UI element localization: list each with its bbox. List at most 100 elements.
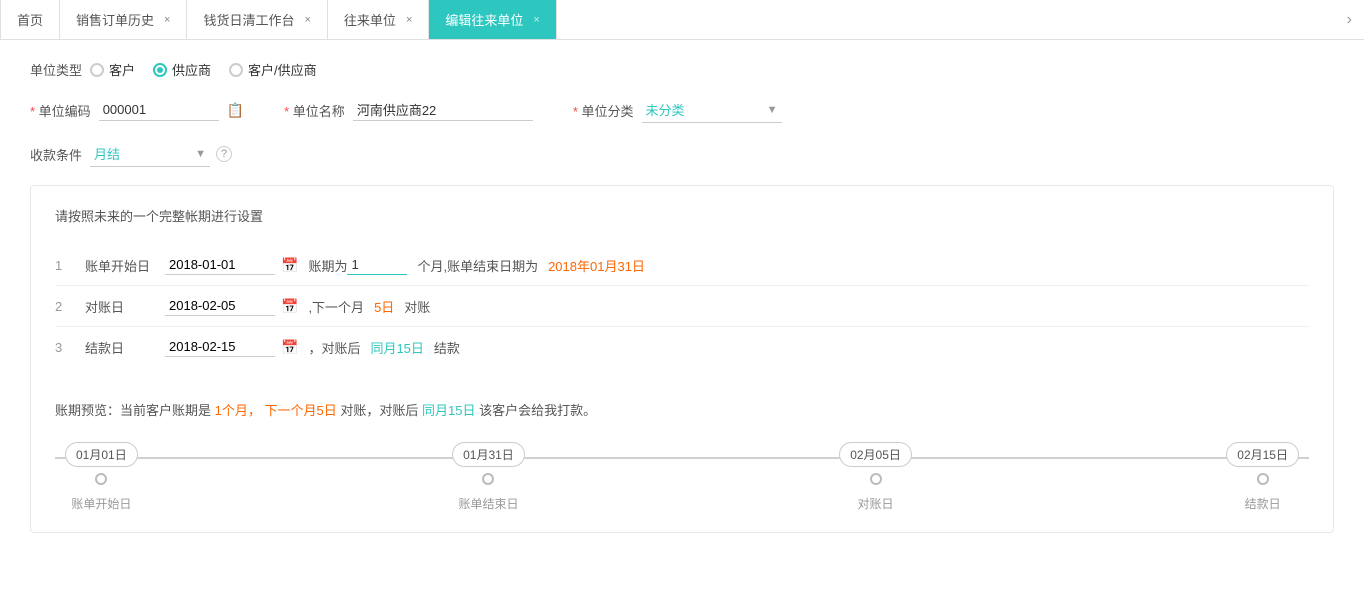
- unit-name-label: 单位名称: [284, 101, 345, 120]
- settings-panel: 请按照未来的一个完整帐期进行设置 1 账单开始日 📅 账期为 个月,账单结束日期…: [30, 185, 1334, 533]
- step-2-row: 2 对账日 📅 ,下一个月 5日 对账: [55, 286, 1309, 327]
- tab-sales-history-label: 销售订单历史: [76, 10, 154, 29]
- unit-category-value: 未分类: [646, 100, 763, 119]
- tab-edit-partner-label: 编辑往来单位: [445, 10, 523, 29]
- unit-type-radio-group: 客户 供应商 客户/供应商: [90, 60, 317, 79]
- timeline-node-3: 02月15日 结款日: [1226, 442, 1299, 512]
- tabs-bar: 首页 销售订单历史 × 钱货日清工作台 × 往来单位 × 编辑往来单位 × ›: [0, 0, 1364, 40]
- node-dot-2: [870, 473, 882, 485]
- unit-code-icon[interactable]: 📋: [227, 102, 244, 119]
- tab-partner-label: 往来单位: [344, 10, 396, 29]
- step-1-suffix-after: 个月,账单结束日期为: [417, 256, 538, 275]
- tab-cash-work-close[interactable]: ×: [304, 14, 310, 26]
- tab-cash-work-label: 钱货日清工作台: [203, 10, 294, 29]
- step-1-date[interactable]: [165, 255, 275, 275]
- preview-p5: 该客户会给我打款。: [479, 403, 596, 418]
- step-2-cal-icon[interactable]: 📅: [281, 298, 298, 315]
- step-3-name: 结款日: [85, 338, 165, 357]
- node-label-1: 账单结束日: [458, 495, 518, 512]
- unit-type-row: 单位类型 客户 供应商 客户/供应商: [30, 60, 1334, 79]
- step-2-date[interactable]: [165, 296, 275, 316]
- node-label-2: 对账日: [858, 495, 894, 512]
- preview-text: 账期预览：当前客户账期是 1个月， 下一个月5日 对账，对账后 同月15日 该客…: [55, 399, 1309, 422]
- step-1-highlight: 2018年01月31日: [548, 256, 645, 275]
- node-badge-0: 01月01日: [65, 442, 138, 467]
- preview-p3: 对账，对账后: [340, 403, 418, 418]
- tab-sales-history[interactable]: 销售订单历史 ×: [60, 0, 187, 39]
- unit-name-input[interactable]: [353, 99, 533, 121]
- unit-category-label: 单位分类: [573, 101, 634, 120]
- payment-label: 收款条件: [30, 145, 82, 164]
- node-label-0: 账单开始日: [71, 495, 131, 512]
- timeline-node-2: 02月05日 对账日: [839, 442, 912, 512]
- radio-customer-circle: [90, 63, 104, 77]
- node-badge-1: 01月31日: [452, 442, 525, 467]
- radio-supplier-circle: [153, 63, 167, 77]
- payment-select[interactable]: 月结 ▼: [90, 141, 210, 167]
- radio-customer-supplier-label: 客户/供应商: [248, 60, 317, 79]
- unit-category-select[interactable]: 未分类 ▼: [642, 97, 782, 123]
- unit-code-group: 单位编码 📋: [30, 99, 244, 121]
- radio-supplier[interactable]: 供应商: [153, 60, 211, 79]
- radio-customer[interactable]: 客户: [90, 60, 135, 79]
- preview-p1: 1个月，: [215, 403, 261, 418]
- step-3-prefix: ，对账后: [308, 338, 360, 357]
- payment-row: 收款条件 月结 ▼ ?: [30, 141, 1334, 167]
- step-1-num: 1: [55, 258, 85, 273]
- tab-edit-partner[interactable]: 编辑往来单位 ×: [429, 0, 556, 39]
- node-label-3: 结款日: [1245, 495, 1281, 512]
- unit-info-row: 单位编码 📋 单位名称 单位分类 未分类 ▼: [30, 97, 1334, 123]
- preview-p2: 下一个月5日: [265, 403, 337, 418]
- tab-sales-history-close[interactable]: ×: [164, 14, 170, 26]
- step-2-prefix: ,下一个月: [308, 297, 364, 316]
- tab-home[interactable]: 首页: [0, 0, 60, 39]
- step-2-name: 对账日: [85, 297, 165, 316]
- node-dot-3: [1257, 473, 1269, 485]
- step-2-suffix: 对账: [404, 297, 430, 316]
- step-3-suffix: 结款: [434, 338, 460, 357]
- unit-category-arrow: ▼: [767, 104, 778, 116]
- payment-help-icon[interactable]: ?: [216, 146, 232, 162]
- tab-edit-partner-close[interactable]: ×: [533, 14, 539, 26]
- preview-label: 账期预览：当前客户账期是: [55, 403, 211, 418]
- main-content: 单位类型 客户 供应商 客户/供应商 单位编码 📋 单位名称: [0, 40, 1364, 608]
- tab-home-label: 首页: [17, 10, 43, 29]
- unit-type-label: 单位类型: [30, 60, 82, 79]
- preview-p4: 同月15日: [422, 403, 475, 418]
- unit-code-input[interactable]: [99, 99, 219, 121]
- timeline-nodes: 01月01日 账单开始日 01月31日 账单结束日 02月05日 对账日: [65, 442, 1299, 512]
- step-3-cal-icon[interactable]: 📅: [281, 339, 298, 356]
- tab-cash-work[interactable]: 钱货日清工作台 ×: [187, 0, 327, 39]
- step-1-cal-icon[interactable]: 📅: [281, 257, 298, 274]
- step-3-date[interactable]: [165, 337, 275, 357]
- payment-value: 月结: [94, 144, 191, 163]
- step-3-num: 3: [55, 340, 85, 355]
- panel-title: 请按照未来的一个完整帐期进行设置: [55, 206, 1309, 225]
- radio-supplier-label: 供应商: [172, 60, 211, 79]
- step-1-period[interactable]: [347, 255, 407, 275]
- step-3-row: 3 结款日 📅 ，对账后 同月15日 结款: [55, 327, 1309, 367]
- preview-section: 账期预览：当前客户账期是 1个月， 下一个月5日 对账，对账后 同月15日 该客…: [55, 383, 1309, 512]
- timeline-node-1: 01月31日 账单结束日: [452, 442, 525, 512]
- radio-customer-supplier[interactable]: 客户/供应商: [229, 60, 317, 79]
- node-dot-1: [482, 473, 494, 485]
- tab-partner-close[interactable]: ×: [406, 14, 412, 26]
- step-1-name: 账单开始日: [85, 256, 165, 275]
- step-3-highlight: 同月15日: [370, 338, 423, 357]
- timeline: 01月01日 账单开始日 01月31日 账单结束日 02月05日 对账日: [55, 442, 1309, 512]
- timeline-node-0: 01月01日 账单开始日: [65, 442, 138, 512]
- unit-name-group: 单位名称: [284, 99, 533, 121]
- node-badge-3: 02月15日: [1226, 442, 1299, 467]
- unit-code-label: 单位编码: [30, 101, 91, 120]
- tab-more-button[interactable]: ›: [1335, 11, 1364, 29]
- node-badge-2: 02月05日: [839, 442, 912, 467]
- steps-table: 1 账单开始日 📅 账期为 个月,账单结束日期为 2018年01月31日 2 对…: [55, 245, 1309, 367]
- tab-partner[interactable]: 往来单位 ×: [328, 0, 429, 39]
- step-1-suffix-before: 账期为: [308, 256, 347, 275]
- payment-arrow: ▼: [195, 148, 206, 160]
- unit-category-group: 单位分类 未分类 ▼: [573, 97, 782, 123]
- step-2-highlight: 5日: [374, 297, 394, 316]
- radio-customer-supplier-circle: [229, 63, 243, 77]
- step-2-num: 2: [55, 299, 85, 314]
- step-1-row: 1 账单开始日 📅 账期为 个月,账单结束日期为 2018年01月31日: [55, 245, 1309, 286]
